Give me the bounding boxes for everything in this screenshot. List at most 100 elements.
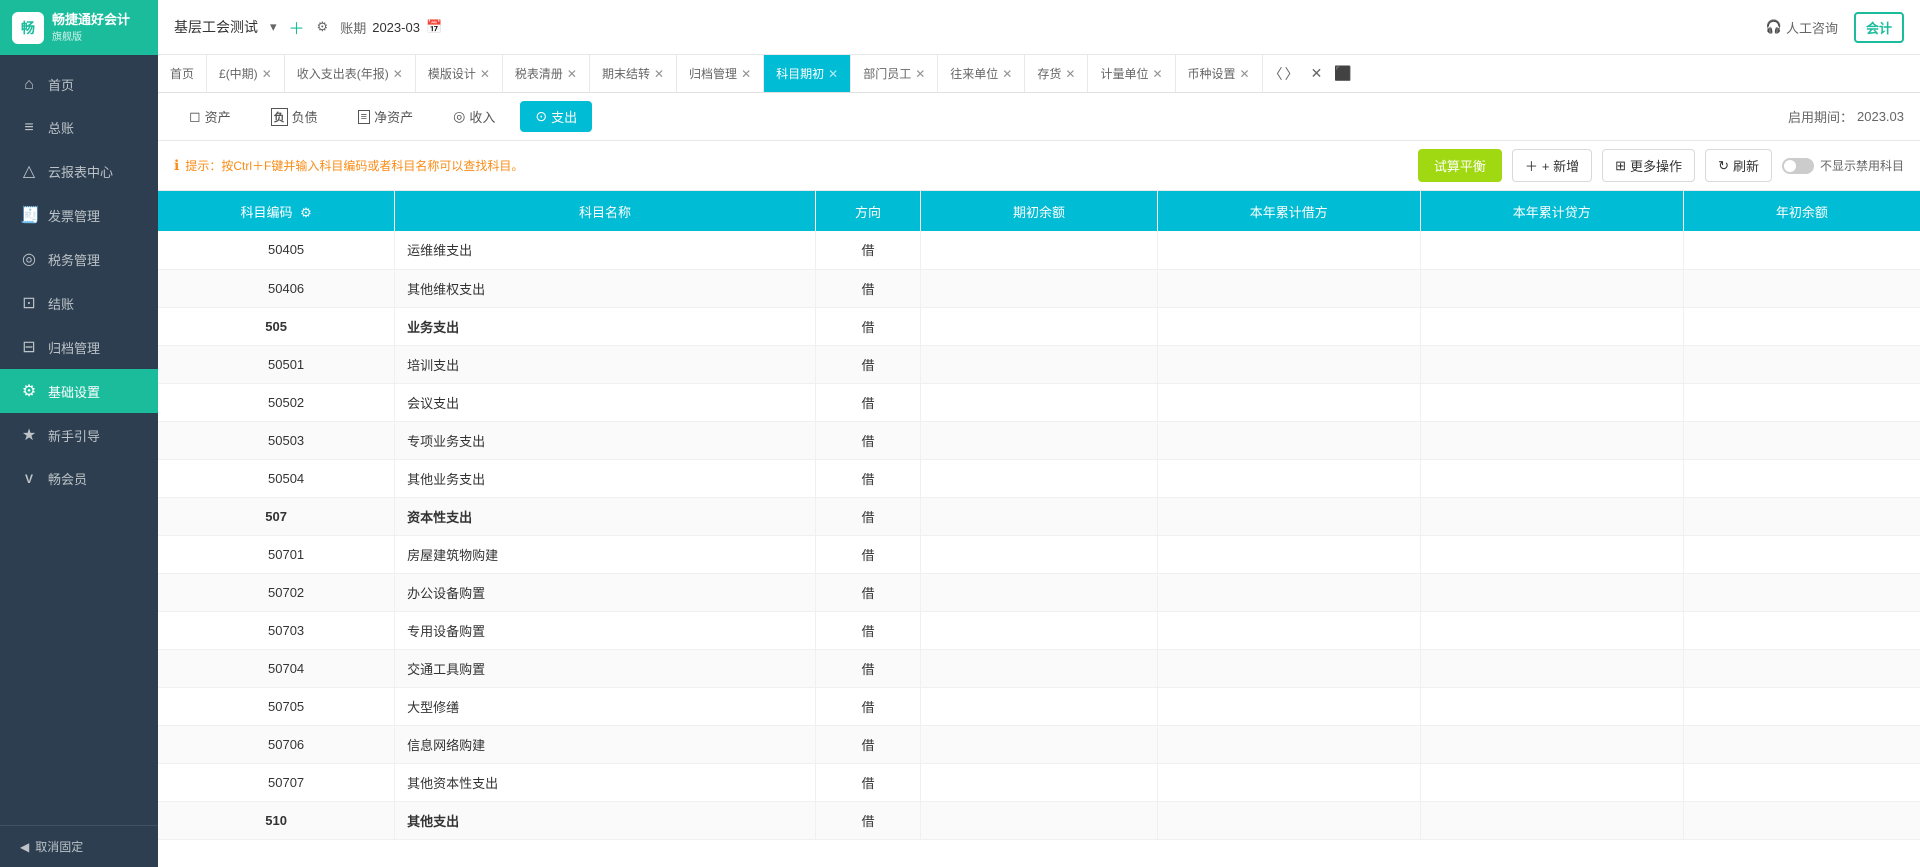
period-display: 启用期间： 2023.03 [1788,107,1904,126]
cell-balance [921,383,1158,421]
sidebar-collapse-button[interactable]: ◀ 取消固定 [0,825,158,867]
cell-credit [1420,649,1683,687]
tab-stock[interactable]: 存货 ✕ [1025,55,1088,93]
sidebar-item-home[interactable]: ⌂ 首页 [0,63,158,106]
tab-close-archive[interactable]: ✕ [741,67,751,81]
sidebar-item-reports[interactable]: △ 云报表中心 [0,149,158,193]
tab-scroll-left-icon[interactable]: 〈 [1269,64,1283,84]
tab-tax[interactable]: 税表清册 ✕ [503,55,590,93]
cell-credit [1420,383,1683,421]
reports-icon: △ [20,161,38,181]
member-icon: V [20,472,38,486]
add-company-icon[interactable]: ＋ [289,15,305,39]
more-actions-button[interactable]: ⊞ 更多操作 [1602,149,1695,182]
topbar: 基层工会测试 ▾ ＋ ⚙ 账期 2023-03 📅 🎧 人工咨询 会计 [158,0,1920,55]
tab-close-unit[interactable]: ✕ [1152,67,1162,81]
tab-close-dept[interactable]: ✕ [915,67,925,81]
refresh-button[interactable]: ↻ 刷新 [1705,149,1772,182]
sub-tab-income[interactable]: ◎ 收入 [438,101,510,132]
table-row: 507 资本性支出 借 [158,497,1920,535]
sidebar-nav: ⌂ 首页 ≡ 总账 △ 云报表中心 🧾 发票管理 ◎ 税务管理 ⊡ 结账 ⊟ 归… [0,55,158,825]
table-body: 50405 运维维支出 借 50406 其他维权支出 借 505 业务支出 借 … [158,231,1920,839]
cell-year-balance [1683,649,1920,687]
tab-close-subject-init[interactable]: ✕ [828,67,838,81]
tab-unit[interactable]: 计量单位 ✕ [1088,55,1175,93]
cell-credit [1420,763,1683,801]
sidebar-item-close[interactable]: ⊡ 结账 [0,281,158,325]
cell-code: 50703 [158,611,395,649]
calc-balance-button[interactable]: 试算平衡 [1418,149,1502,182]
sidebar-item-archive[interactable]: ⊟ 归档管理 [0,325,158,369]
sub-tab-net-asset[interactable]: ≡ 净资产 [343,101,428,132]
cell-name: 其他支出 [395,801,816,839]
cell-name: 专项业务支出 [395,421,816,459]
tab-currency[interactable]: 币种设置 ✕ [1176,55,1263,93]
company-dropdown-icon[interactable]: ▾ [270,19,277,35]
sidebar-item-guide[interactable]: ★ 新手引导 [0,413,158,457]
tab-income[interactable]: 收入支出表(年报) ✕ [285,55,416,93]
tab-close-period-end[interactable]: ✕ [654,67,664,81]
tab-archive[interactable]: 归档管理 ✕ [677,55,764,93]
sidebar-item-member[interactable]: V 畅会员 [0,457,158,500]
tab-close-supplier[interactable]: ✕ [1002,67,1012,81]
company-settings-icon[interactable]: ⚙ [317,19,329,35]
sidebar-item-settings[interactable]: ⚙ 基础设置 [0,369,158,413]
cell-dir: 借 [815,763,920,801]
tab-close-stock[interactable]: ✕ [1065,67,1075,81]
cell-year-balance [1683,611,1920,649]
cell-year-balance [1683,535,1920,573]
cell-name: 其他业务支出 [395,459,816,497]
cell-year-balance [1683,459,1920,497]
table-row: 50405 运维维支出 借 [158,231,1920,269]
add-button[interactable]: ＋ + 新增 [1512,149,1592,182]
tab-close-template[interactable]: ✕ [480,67,490,81]
tab-scroll-right-icon[interactable]: 〉 [1285,64,1299,84]
tab-close-bs[interactable]: ✕ [262,67,272,81]
toggle-switch[interactable] [1782,158,1814,174]
sub-tab-asset[interactable]: ◻ 资产 [174,101,246,132]
tab-subject-init[interactable]: 科目期初 ✕ [764,55,851,93]
cell-balance [921,687,1158,725]
net-asset-icon: ≡ [358,110,370,124]
tab-home[interactable]: 首页 [158,55,207,93]
cell-code: 50501 [158,345,395,383]
tab-supplier[interactable]: 往来单位 ✕ [938,55,1025,93]
cell-debit [1157,383,1420,421]
service-button[interactable]: 🎧 人工咨询 [1766,18,1838,37]
refresh-icon: ↻ [1718,158,1729,174]
sub-tab-liability[interactable]: 负 负债 [256,101,333,132]
cell-year-balance [1683,725,1920,763]
table-row: 50702 办公设备购置 借 [158,573,1920,611]
tab-template[interactable]: 模版设计 ✕ [416,55,503,93]
sidebar-item-tax[interactable]: ◎ 税务管理 [0,237,158,281]
tabs-expand-icon[interactable]: ⬛ [1328,65,1357,82]
tab-dept[interactable]: 部门员工 ✕ [851,55,938,93]
settings-icon: ⚙ [20,381,38,401]
tab-close-income[interactable]: ✕ [393,67,403,81]
sidebar-item-ledger[interactable]: ≡ 总账 [0,106,158,149]
sub-tab-expense[interactable]: ⊙ 支出 [520,101,592,132]
cell-balance [921,497,1158,535]
tabs-bar: 首页 £(中期) ✕ 收入支出表(年报) ✕ 模版设计 ✕ 税表清册 ✕ 期末结… [158,55,1920,93]
calendar-icon[interactable]: 📅 [426,19,442,35]
cell-credit [1420,801,1683,839]
cell-code: 505 [158,307,395,345]
cell-year-balance [1683,763,1920,801]
cell-debit [1157,421,1420,459]
kuaiji-button[interactable]: 会计 [1854,12,1904,43]
column-settings-icon[interactable]: ⚙ [300,205,312,221]
tabs-close-all-icon[interactable]: ✕ [1305,65,1329,82]
col-header-name: 科目名称 [395,191,816,231]
cell-name: 其他维权支出 [395,269,816,307]
cell-dir: 借 [815,231,920,269]
tab-close-tax[interactable]: ✕ [567,67,577,81]
cell-code: 50502 [158,383,395,421]
sidebar-item-invoice[interactable]: 🧾 发票管理 [0,193,158,237]
cell-name: 运维维支出 [395,231,816,269]
cell-dir: 借 [815,459,920,497]
tab-bs[interactable]: £(中期) ✕ [207,55,285,93]
guide-icon: ★ [20,425,38,445]
tab-close-currency[interactable]: ✕ [1240,67,1250,81]
asset-icon: ◻ [189,108,201,125]
tab-period-end[interactable]: 期末结转 ✕ [590,55,677,93]
